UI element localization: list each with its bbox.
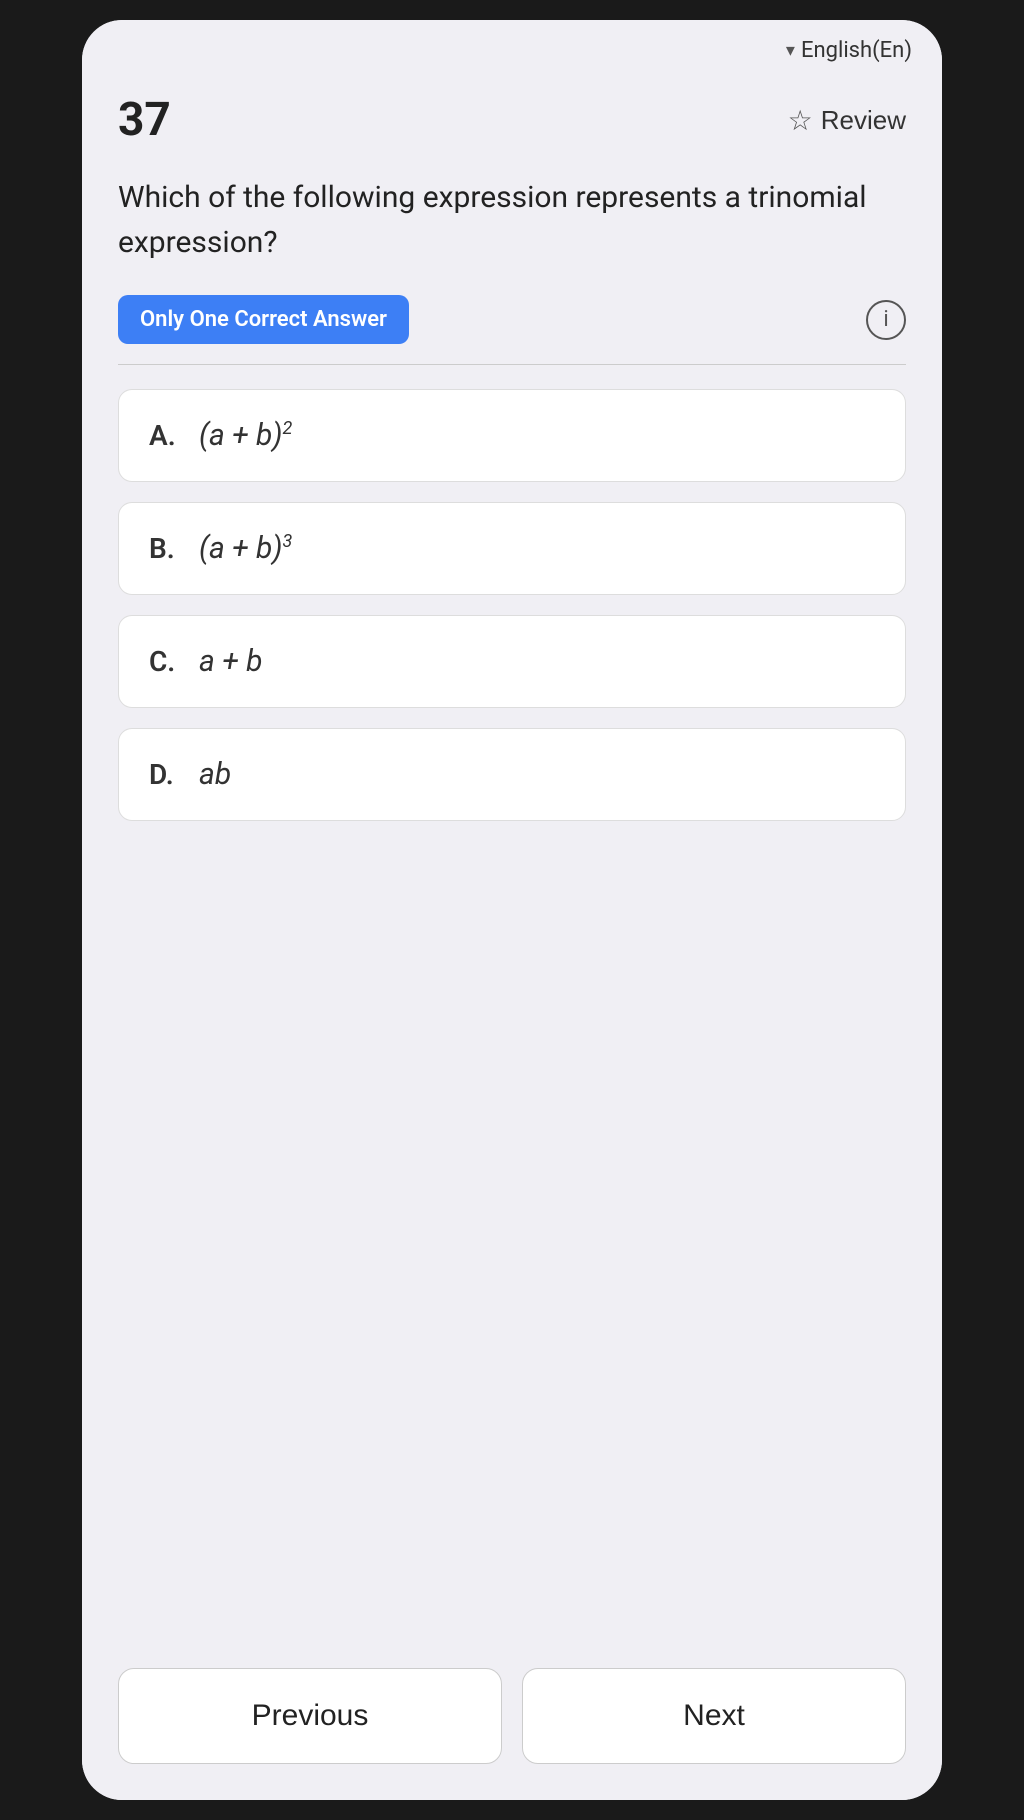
option-b[interactable]: B. (a + b)3: [118, 502, 906, 595]
option-c[interactable]: C. a + b: [118, 615, 906, 708]
option-d-label: D.: [149, 758, 179, 791]
chevron-down-icon: ▾: [786, 40, 795, 61]
options-list: A. (a + b)2 B. (a + b)3 C. a + b D. ab: [118, 389, 906, 1614]
answer-type-row: Only One Correct Answer i: [118, 295, 906, 344]
question-header: 37 ☆ Review: [118, 93, 906, 147]
option-b-value: (a + b)3: [199, 531, 292, 566]
option-a[interactable]: A. (a + b)2: [118, 389, 906, 482]
language-label: English(En): [801, 38, 912, 63]
option-a-label: A.: [149, 419, 179, 452]
content-area: 37 ☆ Review Which of the following expre…: [82, 73, 942, 1644]
option-c-label: C.: [149, 645, 179, 678]
bottom-nav: Previous Next: [82, 1644, 942, 1800]
phone-frame: ▾ English(En) 37 ☆ Review Which of the f…: [82, 20, 942, 1800]
info-symbol: i: [883, 307, 888, 332]
review-label: Review: [821, 105, 906, 136]
previous-button[interactable]: Previous: [118, 1668, 502, 1764]
info-icon[interactable]: i: [866, 300, 906, 340]
divider: [118, 364, 906, 365]
language-selector[interactable]: ▾ English(En): [786, 38, 912, 63]
next-button[interactable]: Next: [522, 1668, 906, 1764]
top-bar: ▾ English(En): [82, 20, 942, 73]
option-a-value: (a + b)2: [199, 418, 292, 453]
review-button[interactable]: ☆ Review: [788, 104, 906, 137]
question-number: 37: [118, 93, 171, 147]
star-icon: ☆: [788, 104, 813, 137]
answer-type-badge: Only One Correct Answer: [118, 295, 409, 344]
option-d[interactable]: D. ab: [118, 728, 906, 821]
option-b-label: B.: [149, 532, 179, 565]
option-d-value: ab: [199, 757, 231, 792]
question-text: Which of the following expression repres…: [118, 175, 906, 265]
option-c-value: a + b: [199, 644, 262, 679]
